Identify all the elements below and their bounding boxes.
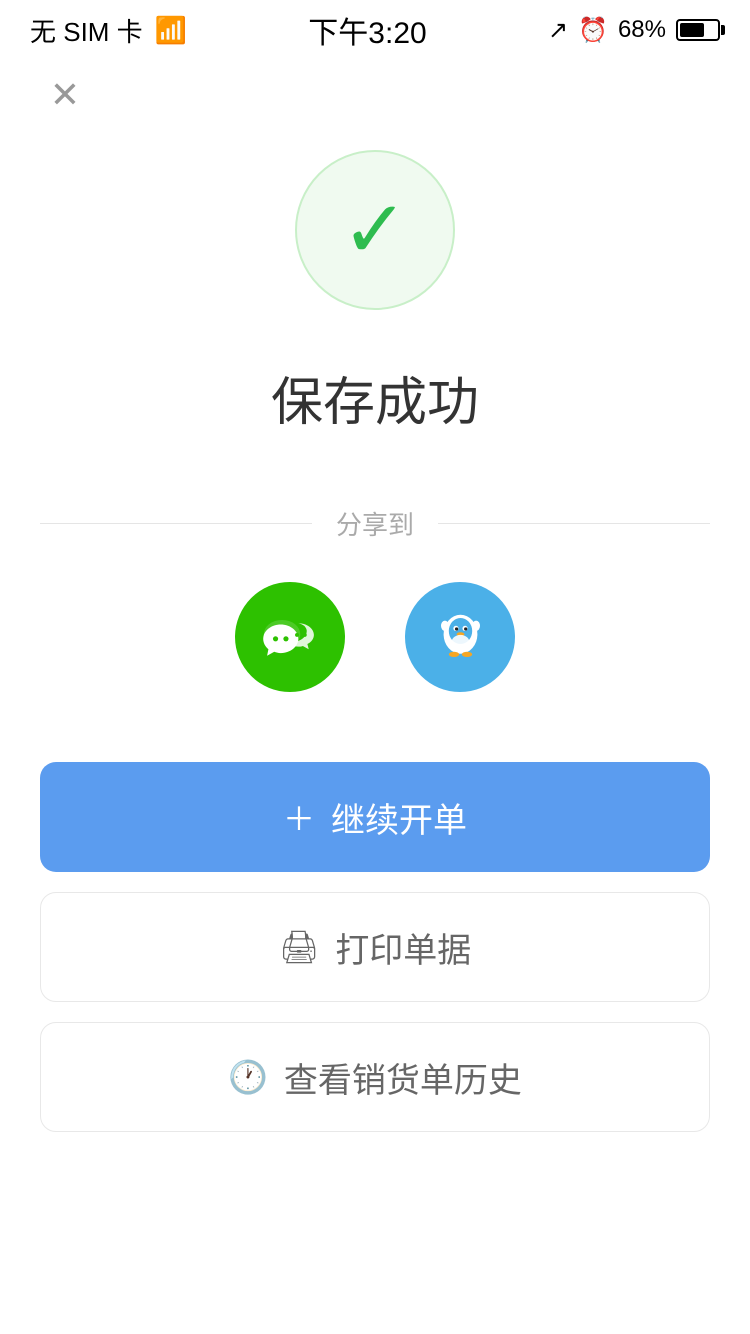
status-right: ↗ ⏰ 68%	[548, 16, 720, 45]
history-label: 查看销货单历史	[284, 1053, 522, 1102]
wechat-share-button[interactable]	[235, 582, 345, 692]
wechat-icon	[258, 605, 323, 670]
print-button[interactable]: 🖨 打印单据	[40, 892, 710, 1002]
close-button[interactable]: ✕	[40, 70, 90, 120]
close-icon: ✕	[50, 77, 80, 113]
success-circle: ✓	[295, 150, 455, 310]
continue-label: 继续开单	[331, 793, 467, 842]
checkmark-icon: ✓	[341, 190, 408, 270]
location-icon: ↗	[548, 16, 568, 45]
success-title: 保存成功	[271, 360, 479, 435]
status-bar: 无 SIM 卡 📶 下午3:20 ↗ ⏰ 68%	[0, 0, 750, 60]
share-buttons	[40, 582, 710, 692]
battery-fill	[680, 23, 704, 37]
wifi-icon: 📶	[155, 15, 187, 46]
share-section: 分享到	[40, 505, 710, 692]
status-left: 无 SIM 卡 📶	[30, 12, 187, 49]
continue-button[interactable]: ＋ 继续开单	[40, 762, 710, 872]
print-icon: 🖨	[279, 928, 320, 966]
history-button[interactable]: 🕐 查看销货单历史	[40, 1022, 710, 1132]
share-divider: 分享到	[40, 505, 710, 542]
qq-share-button[interactable]	[405, 582, 515, 692]
print-label: 打印单据	[335, 923, 471, 972]
history-icon: 🕐	[228, 1058, 268, 1096]
battery-icon	[676, 19, 720, 41]
qq-icon	[428, 605, 493, 670]
carrier-label: 无 SIM 卡	[30, 12, 143, 49]
battery-container	[676, 19, 720, 41]
plus-icon: ＋	[283, 794, 315, 840]
alarm-icon: ⏰	[578, 16, 608, 45]
main-content: ✓ 保存成功 分享到	[0, 90, 750, 1172]
status-time: 下午3:20	[308, 8, 426, 52]
action-buttons: ＋ 继续开单 🖨 打印单据 🕐 查看销货单历史	[40, 762, 710, 1132]
battery-percent: 68%	[618, 16, 666, 44]
share-label: 分享到	[312, 505, 438, 542]
